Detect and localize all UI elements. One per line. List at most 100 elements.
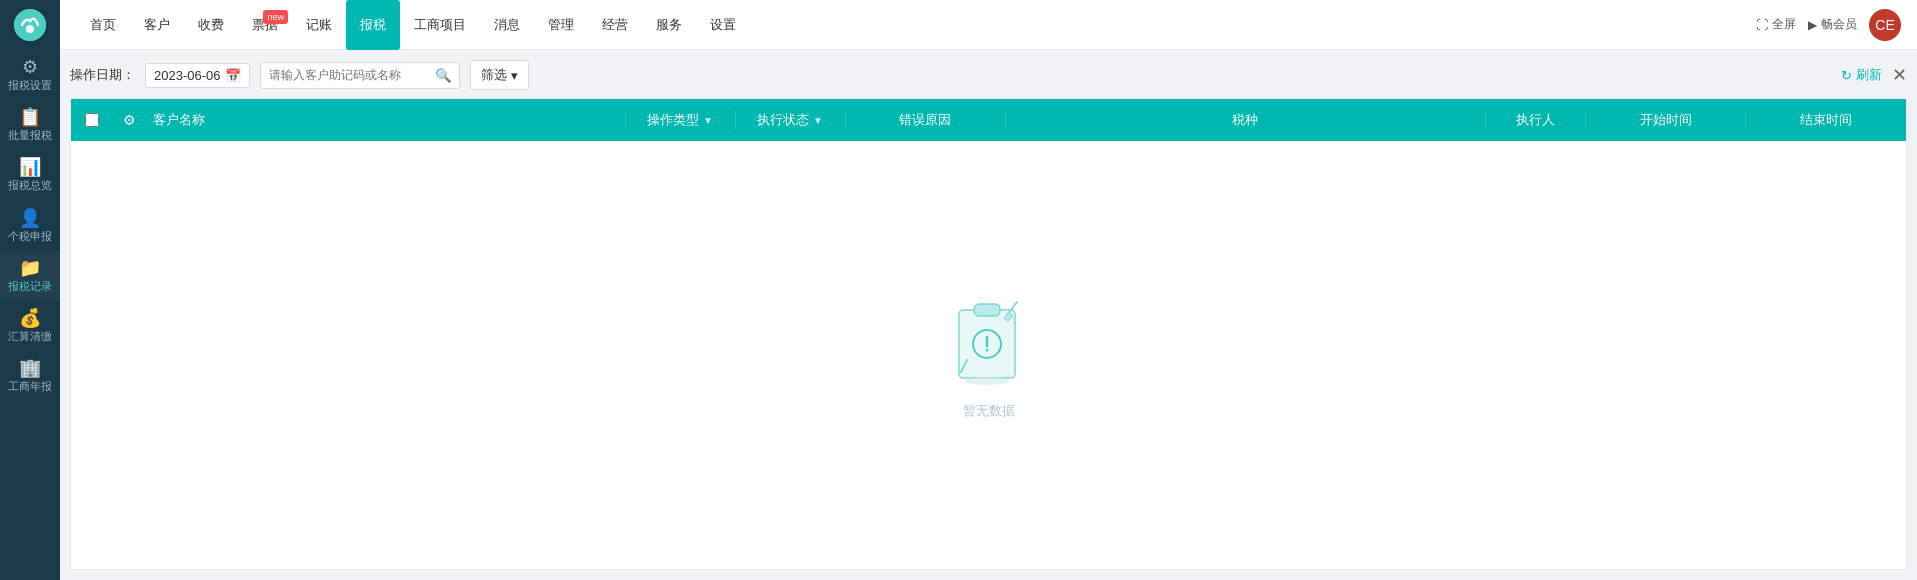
filter-label: 筛选 xyxy=(481,66,507,84)
nav-item-tax[interactable]: 报税 xyxy=(346,0,400,50)
calendar-icon: 📅 xyxy=(225,68,241,83)
empty-text: 暂无数据 xyxy=(963,402,1015,420)
col-header-error-reason: 错误原因 xyxy=(846,111,1006,129)
nav-label-settings: 设置 xyxy=(710,16,736,34)
sidebar-item-batch-tax[interactable]: 📋批量报税 xyxy=(0,100,60,150)
empty-illustration xyxy=(939,290,1039,390)
col-label-error-reason: 错误原因 xyxy=(899,111,951,129)
personal-tax-label: 个税申报 xyxy=(8,230,52,243)
topnav-right: ⛶ 全屏 ▶ 畅会员 CE xyxy=(1756,9,1901,41)
col-label-executor: 执行人 xyxy=(1516,111,1555,129)
col-header-start-time: 开始时间 xyxy=(1586,111,1746,129)
nav-label-clients: 客户 xyxy=(144,16,170,34)
filter-button[interactable]: 筛选 ▾ xyxy=(470,60,529,90)
col-label-exec-status: 执行状态 xyxy=(757,111,809,129)
sidebar-item-annual-report[interactable]: 🏢 工商年报 xyxy=(0,351,60,401)
table-header: ⚙ 客户名称 操作类型 ▼ 执行状态 ▼ 错误原因 税种 xyxy=(71,99,1906,141)
nav-item-home[interactable]: 首页 xyxy=(76,0,130,50)
refresh-label: 刷新 xyxy=(1856,66,1882,84)
nav-label-home: 首页 xyxy=(90,16,116,34)
col-header-exec-status[interactable]: 执行状态 ▼ xyxy=(736,111,846,129)
member-icon: ▶ xyxy=(1808,18,1817,32)
svg-point-1 xyxy=(26,25,34,33)
sidebar-item-tax-settings[interactable]: ⚙ 报税设置 xyxy=(0,50,60,100)
exec-status-sort-icon: ▼ xyxy=(813,115,823,126)
col-label-op-type: 操作类型 xyxy=(647,111,699,129)
fullscreen-icon: ⛶ xyxy=(1756,18,1768,32)
svg-point-6 xyxy=(985,349,988,352)
top-navigation: 首页 客户收费票据new 记账 报税 工商项目 消息 管理 经营服务设置 ⛶ 全屏 ▶ 畅会员… xyxy=(60,0,1917,50)
nav-item-messages[interactable]: 消息 xyxy=(480,0,534,50)
search-input[interactable] xyxy=(261,63,427,87)
col-header-customer-name: 客户名称 xyxy=(145,111,626,129)
select-all-input[interactable] xyxy=(85,113,99,127)
select-all-checkbox[interactable] xyxy=(71,113,113,127)
col-label-customer: 客户名称 xyxy=(153,111,205,129)
sidebar-item-summary-payment[interactable]: 💰汇算清缴 xyxy=(0,301,60,351)
nav-item-clients[interactable]: 客户 xyxy=(130,0,184,50)
nav-item-business[interactable]: 工商项目 xyxy=(400,0,480,50)
toolbar: 操作日期： 2023-06-06 📅 🔍 筛选 ▾ ↻ 刷新 ✕ xyxy=(70,60,1907,90)
col-label-tax-type: 税种 xyxy=(1232,111,1258,129)
nav-label-business: 工商项目 xyxy=(414,16,466,34)
nav-label-messages: 消息 xyxy=(494,16,520,34)
nav-item-settings[interactable]: 设置 xyxy=(696,0,750,50)
filter-chevron-icon: ▾ xyxy=(511,68,518,83)
tax-records-label: 报税记录 xyxy=(8,280,52,293)
sidebar-item-tax-overview[interactable]: 📊 报税总览 xyxy=(0,150,60,200)
summary-payment-icon: 💰 xyxy=(19,309,41,327)
tax-settings-label: 报税设置 xyxy=(8,79,52,92)
nav-item-billing[interactable]: 收费 xyxy=(184,0,238,50)
close-button[interactable]: ✕ xyxy=(1892,66,1907,84)
refresh-button[interactable]: ↻ 刷新 xyxy=(1841,66,1882,84)
svg-point-9 xyxy=(965,377,1009,385)
nav-item-management[interactable]: 管理 xyxy=(534,0,588,50)
tax-records-icon: 📁 xyxy=(19,259,41,277)
nav-label-tax: 报税 xyxy=(360,16,386,34)
tax-overview-icon: 📊 xyxy=(19,158,41,176)
fullscreen-button[interactable]: ⛶ 全屏 xyxy=(1756,16,1796,33)
col-label-end-time: 结束时间 xyxy=(1800,111,1852,129)
sidebar-item-tax-records[interactable]: 📁 报税记录 xyxy=(0,251,60,301)
nav-label-operations: 经营 xyxy=(602,16,628,34)
refresh-icon: ↻ xyxy=(1841,68,1852,83)
member-button[interactable]: ▶ 畅会员 xyxy=(1808,16,1857,33)
col-header-end-time: 结束时间 xyxy=(1746,111,1906,129)
date-value: 2023-06-06 xyxy=(154,68,221,83)
col-label-start-time: 开始时间 xyxy=(1640,111,1692,129)
personal-tax-icon: 👤 xyxy=(19,209,41,227)
batch-tax-icon: 📋 xyxy=(19,108,41,126)
col-header-tax-type: 税种 xyxy=(1006,111,1487,129)
nav-item-services[interactable]: 服务 xyxy=(642,0,696,50)
fullscreen-label: 全屏 xyxy=(1772,16,1796,33)
nav-label-bookkeeping: 记账 xyxy=(306,16,332,34)
nav-item-invoices[interactable]: 票据new xyxy=(238,0,292,50)
annual-report-label: 工商年报 xyxy=(8,380,52,393)
sidebar: ⚙ 报税设置 📋批量报税 📊 报税总览 👤 个税申报 📁 报税记录 💰汇算清缴 🏢 工商年报 xyxy=(0,0,60,580)
gear-icon: ⚙ xyxy=(123,112,136,128)
tax-overview-label: 报税总览 xyxy=(8,179,52,192)
col-header-op-type[interactable]: 操作类型 ▼ xyxy=(626,111,736,129)
column-settings-button[interactable]: ⚙ xyxy=(113,112,145,128)
nav-label-management: 管理 xyxy=(548,16,574,34)
user-avatar[interactable]: CE xyxy=(1869,9,1901,41)
tax-settings-icon: ⚙ xyxy=(22,58,38,76)
app-logo[interactable] xyxy=(14,9,46,41)
nav-item-operations[interactable]: 经营 xyxy=(588,0,642,50)
op-type-sort-icon: ▼ xyxy=(703,115,713,126)
sidebar-item-personal-tax[interactable]: 👤 个税申报 xyxy=(0,201,60,251)
svg-rect-3 xyxy=(974,304,1000,316)
member-label: 畅会员 xyxy=(1821,16,1857,33)
search-button[interactable]: 🔍 xyxy=(427,63,460,88)
main-area: 首页 客户收费票据new 记账 报税 工商项目 消息 管理 经营服务设置 ⛶ 全屏 ▶ 畅会员… xyxy=(60,0,1917,580)
col-header-executor: 执行人 xyxy=(1486,111,1586,129)
main-content: 操作日期： 2023-06-06 📅 🔍 筛选 ▾ ↻ 刷新 ✕ xyxy=(60,50,1917,580)
nav-items: 首页 客户收费票据new 记账 报税 工商项目 消息 管理 经营服务设置 xyxy=(76,0,1756,50)
nav-badge-invoices: new xyxy=(263,10,288,25)
sidebar-logo xyxy=(0,0,60,50)
date-picker[interactable]: 2023-06-06 📅 xyxy=(145,63,250,88)
nav-item-bookkeeping[interactable]: 记账 xyxy=(292,0,346,50)
search-box: 🔍 xyxy=(260,62,460,89)
data-table: ⚙ 客户名称 操作类型 ▼ 执行状态 ▼ 错误原因 税种 xyxy=(70,98,1907,570)
annual-report-icon: 🏢 xyxy=(19,359,41,377)
